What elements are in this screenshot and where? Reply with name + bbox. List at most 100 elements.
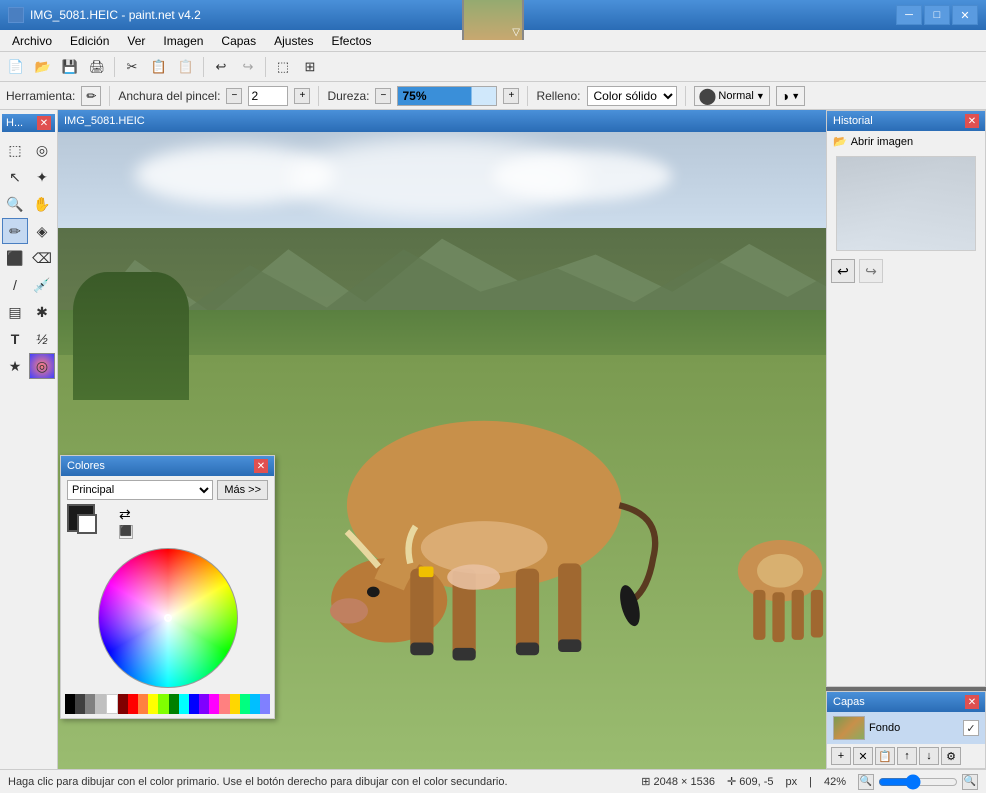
minimize-button[interactable]: ─ xyxy=(896,5,922,25)
reset-colors-button[interactable]: ⬛ xyxy=(119,525,133,539)
layer-fondo[interactable]: Fondo ✓ xyxy=(827,712,985,744)
brush-width-plus[interactable]: + xyxy=(294,88,310,104)
menu-ver[interactable]: Ver xyxy=(119,32,153,50)
palette-black[interactable] xyxy=(65,694,75,714)
palette-yellow[interactable] xyxy=(148,694,158,714)
swatch-container xyxy=(67,504,107,540)
layer-properties-button[interactable]: ⚙ xyxy=(941,747,961,765)
curves-tool[interactable]: ½ xyxy=(29,326,55,352)
hardness-minus[interactable]: − xyxy=(375,88,391,104)
palette-sky-blue[interactable] xyxy=(250,694,260,714)
duplicate-layer-button[interactable]: 📋 xyxy=(875,747,895,765)
secondary-color-swatch[interactable] xyxy=(77,514,97,534)
more-colors-button[interactable]: Más >> xyxy=(217,480,268,500)
opacity-btn[interactable]: ◑ ▼ xyxy=(776,86,805,106)
fill-tool[interactable]: ◈ xyxy=(29,218,55,244)
move-layer-up-button[interactable]: ↑ xyxy=(897,747,917,765)
menu-capas[interactable]: Capas xyxy=(213,32,264,50)
hardness-plus[interactable]: + xyxy=(503,88,519,104)
fill-select[interactable]: Color sólido xyxy=(587,86,677,106)
toolbox-close-button[interactable]: ✕ xyxy=(37,116,51,130)
move-tool[interactable]: ↖ xyxy=(2,164,28,190)
menu-edicion[interactable]: Edición xyxy=(62,32,117,50)
layer-visibility-checkbox[interactable]: ✓ xyxy=(963,720,979,736)
palette-gold[interactable] xyxy=(230,694,240,714)
palette-yellow-green[interactable] xyxy=(158,694,168,714)
title-bar-left: IMG_5081.HEIC - paint.net v4.2 xyxy=(8,7,201,23)
crop-button[interactable]: ⬚ xyxy=(271,55,295,79)
selection-ellipse-tool[interactable]: ◎ xyxy=(29,137,55,163)
save-button[interactable]: 💾 xyxy=(58,55,82,79)
dimensions-icon: ⊞ xyxy=(641,776,650,788)
magic-wand-tool[interactable]: ✦ xyxy=(29,164,55,190)
palette-purple[interactable] xyxy=(199,694,209,714)
selection-rect-tool[interactable]: ⬚ xyxy=(2,137,28,163)
layers-close-button[interactable]: ✕ xyxy=(965,695,979,709)
color-picker-tool[interactable]: 💉 xyxy=(29,272,55,298)
brush-width-minus[interactable]: − xyxy=(226,88,242,104)
palette-magenta[interactable] xyxy=(209,694,219,714)
text-tool[interactable]: T xyxy=(2,326,28,352)
zoom-in-button[interactable]: 🔍 xyxy=(962,774,978,790)
eraser-tool[interactable]: ⌫ xyxy=(29,245,55,271)
brush-width-input[interactable] xyxy=(248,86,288,106)
switch-colors-button[interactable]: ⇄ xyxy=(119,506,133,523)
hardness-slider[interactable]: 75% xyxy=(397,86,497,106)
palette-mint[interactable] xyxy=(240,694,250,714)
menu-efectos[interactable]: Efectos xyxy=(323,32,379,50)
pencil-tool[interactable]: ✏ xyxy=(2,218,28,244)
palette-periwinkle[interactable] xyxy=(260,694,270,714)
line-tool[interactable]: / xyxy=(2,272,28,298)
palette-orange[interactable] xyxy=(138,694,148,714)
zoom-out-button[interactable]: 🔍 xyxy=(858,774,874,790)
palette-white[interactable] xyxy=(106,694,118,714)
history-item-open[interactable]: 📂 Abrir imagen xyxy=(827,131,985,152)
print-button[interactable]: 🖨 xyxy=(85,55,109,79)
color-wheel[interactable] xyxy=(98,548,238,688)
delete-layer-button[interactable]: ✕ xyxy=(853,747,873,765)
zoom-slider[interactable] xyxy=(878,774,958,790)
pan-tool[interactable]: ✋ xyxy=(29,191,55,217)
menu-ajustes[interactable]: Ajustes xyxy=(266,32,321,50)
status-bar: Haga clic para dibujar con el color prim… xyxy=(0,769,986,793)
tool-icon[interactable]: ✏ xyxy=(81,86,101,106)
layers-panel-title: Capas ✕ xyxy=(827,692,985,712)
palette-gray[interactable] xyxy=(85,694,95,714)
history-close-button[interactable]: ✕ xyxy=(965,114,979,128)
palette-green[interactable] xyxy=(169,694,179,714)
menu-archivo[interactable]: Archivo xyxy=(4,32,60,50)
effects-tool[interactable]: ★ xyxy=(2,353,28,379)
zoom-tool[interactable]: 🔍 xyxy=(2,191,28,217)
color-mode-select[interactable]: Principal Secundario xyxy=(67,480,213,500)
colors-close-button[interactable]: ✕ xyxy=(254,459,268,473)
color-effect-tool[interactable]: ◎ xyxy=(29,353,55,379)
history-undo-button[interactable]: ↩ xyxy=(831,259,855,283)
menu-imagen[interactable]: Imagen xyxy=(155,32,211,50)
palette-light-gray[interactable] xyxy=(95,694,105,714)
close-button[interactable]: ✕ xyxy=(952,5,978,25)
paste-button[interactable]: 📋 xyxy=(174,55,198,79)
palette-blue[interactable] xyxy=(189,694,199,714)
move-layer-down-button[interactable]: ↓ xyxy=(919,747,939,765)
maximize-button[interactable]: □ xyxy=(924,5,950,25)
thumbnail[interactable]: ▽ xyxy=(462,0,524,40)
new-button[interactable]: 📄 xyxy=(4,55,28,79)
palette-red[interactable] xyxy=(128,694,138,714)
palette-cyan[interactable] xyxy=(179,694,189,714)
resize-button[interactable]: ⊞ xyxy=(298,55,322,79)
undo-button[interactable]: ↩ xyxy=(209,55,233,79)
blend-mode-btn[interactable]: ⬤ Normal ▼ xyxy=(694,86,770,106)
history-redo-button[interactable]: ↪ xyxy=(859,259,883,283)
gradient-tool[interactable]: ▤ xyxy=(2,299,28,325)
tool-row-4: ✏ ◈ xyxy=(2,218,55,244)
clone-tool[interactable]: ✱ xyxy=(29,299,55,325)
open-button[interactable]: 📂 xyxy=(31,55,55,79)
redo-button[interactable]: ↪ xyxy=(236,55,260,79)
palette-pink[interactable] xyxy=(219,694,229,714)
palette-dark-red[interactable] xyxy=(118,694,128,714)
add-layer-button[interactable]: + xyxy=(831,747,851,765)
shapes-tool[interactable]: ⬛ xyxy=(2,245,28,271)
copy-button[interactable]: 📋 xyxy=(147,55,171,79)
palette-dark-gray[interactable] xyxy=(75,694,85,714)
cut-button[interactable]: ✂ xyxy=(120,55,144,79)
